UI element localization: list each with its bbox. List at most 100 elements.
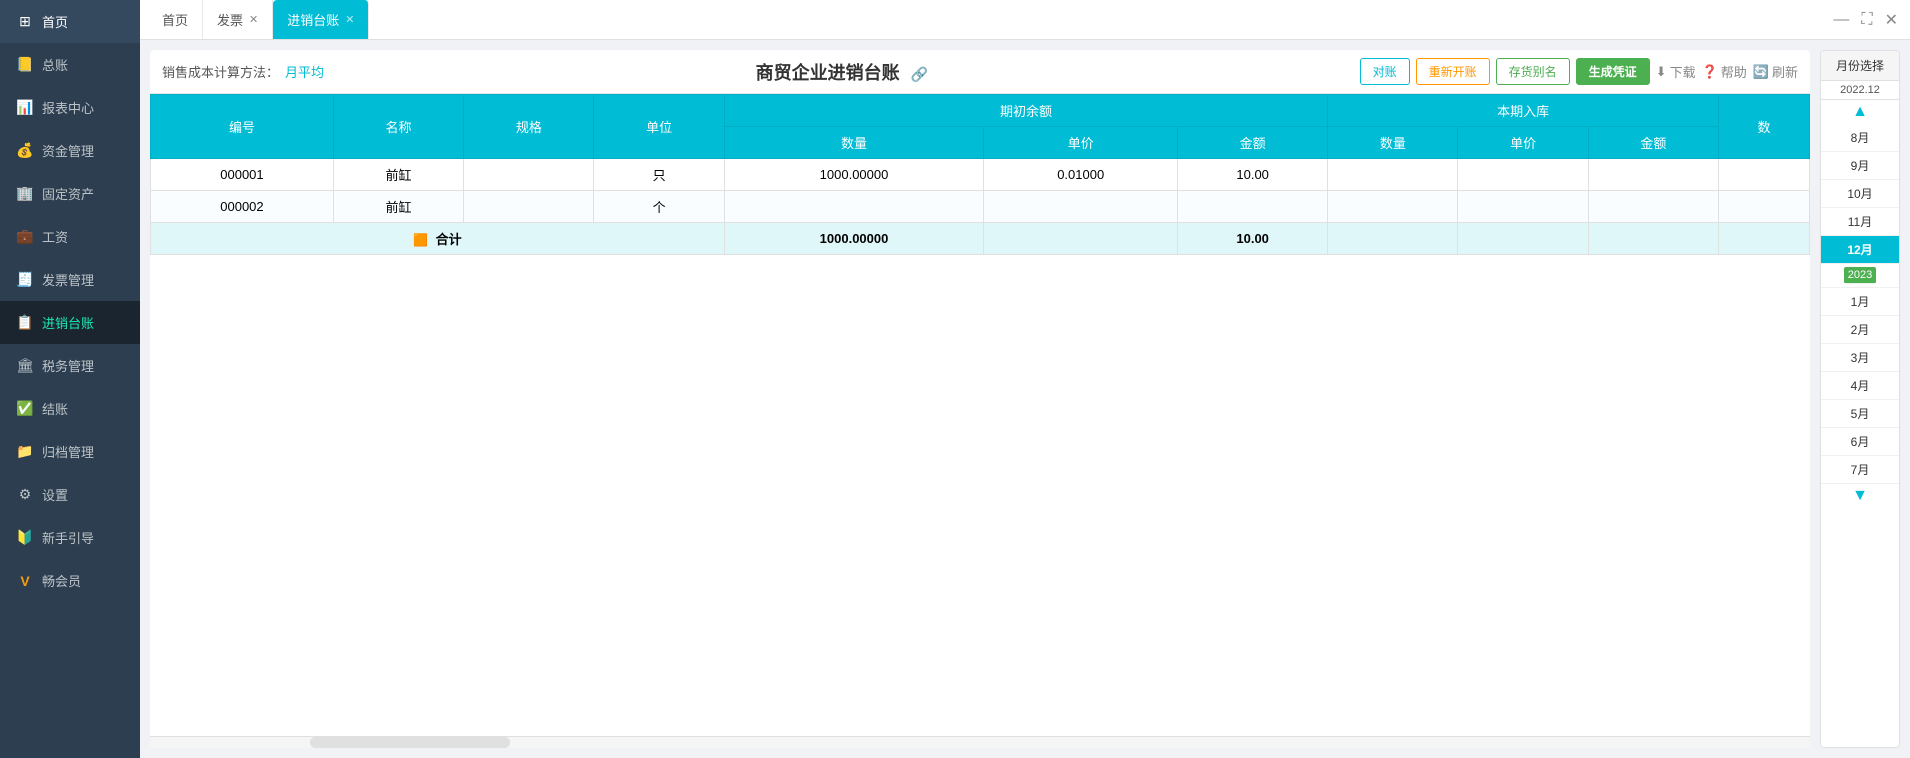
horizontal-scrollbar[interactable]: [150, 736, 1810, 748]
cell-amount-init: [1178, 191, 1328, 223]
tab-bar: 首页 发票 ✕ 进销台账 ✕ — ⛶ ✕: [140, 0, 1910, 40]
month-1[interactable]: 1月: [1821, 288, 1899, 316]
tab-home[interactable]: 首页: [148, 0, 203, 39]
sidebar-item-label: 税务管理: [42, 356, 94, 375]
toolbar: 销售成本计算方法： 月平均 商贸企业进销台账 🔗 对账 重新开账 存货别名 生成…: [150, 50, 1810, 94]
generate-button[interactable]: 生成凭证: [1576, 58, 1650, 85]
sidebar-item-guide[interactable]: 🔰 新手引导: [0, 516, 140, 559]
tab-invoice[interactable]: 发票 ✕: [203, 0, 273, 39]
close-button[interactable]: ✕: [1881, 8, 1902, 32]
sidebar-item-assets[interactable]: 🏢 固定资产: [0, 172, 140, 215]
cell-amount-in: [1588, 191, 1718, 223]
tax-icon: 🏛: [16, 357, 34, 374]
maximize-button[interactable]: ⛶: [1857, 8, 1876, 32]
total-row: 🟧 合计 1000.00000 10.00: [151, 223, 1810, 255]
sidebar-item-archive[interactable]: 📁 归档管理: [0, 430, 140, 473]
help-icon: ❓: [1702, 64, 1718, 80]
col-code: 编号: [151, 95, 334, 159]
cell-amount-in: [1588, 159, 1718, 191]
col-unit: 单位: [594, 95, 724, 159]
col-price-init: 单价: [984, 127, 1178, 159]
minimize-button[interactable]: —: [1829, 8, 1853, 32]
tab-purchase-close[interactable]: ✕: [345, 13, 354, 26]
year-2022-label: 2022.12: [1821, 81, 1899, 100]
cell-price-in: [1458, 191, 1588, 223]
sidebar-item-ledger[interactable]: 📒 总账: [0, 43, 140, 86]
refresh-button[interactable]: 🔄 刷新: [1753, 62, 1798, 81]
cell-spec: [464, 191, 594, 223]
month-10[interactable]: 10月: [1821, 180, 1899, 208]
page-title-link-icon[interactable]: 🔗: [911, 66, 928, 82]
toolbar-buttons: 对账 重新开账 存货别名 生成凭证 ⬇ 下载 ❓ 帮助 🔄 刷新: [1360, 58, 1798, 85]
col-extra: 数: [1719, 95, 1810, 159]
month-6[interactable]: 6月: [1821, 428, 1899, 456]
cell-code: 000002: [151, 191, 334, 223]
cell-price-in: [1458, 159, 1588, 191]
total-amount-in: [1588, 223, 1718, 255]
month-5[interactable]: 5月: [1821, 400, 1899, 428]
reopen-button[interactable]: 重新开账: [1416, 58, 1490, 85]
refresh-icon: 🔄: [1753, 64, 1769, 80]
sidebar-item-invoice-mgr[interactable]: 🧾 发票管理: [0, 258, 140, 301]
page-title-area: 商贸企业进销台账 🔗: [332, 59, 1352, 85]
year-2023-row: 2023: [1821, 264, 1899, 288]
settings-icon: ⚙: [16, 486, 34, 503]
table-row: 000002 前缸 个: [151, 191, 1810, 223]
cost-method: 销售成本计算方法： 月平均: [162, 62, 324, 81]
download-icon: ⬇: [1656, 64, 1667, 80]
invoice-mgr-icon: 🧾: [16, 271, 34, 288]
col-spec: 规格: [464, 95, 594, 159]
sidebar-item-settle[interactable]: ✅ 结账: [0, 387, 140, 430]
member-icon: V: [16, 573, 34, 589]
total-extra: [1719, 223, 1810, 255]
month-4[interactable]: 4月: [1821, 372, 1899, 400]
sidebar-item-label: 进销台账: [42, 313, 94, 332]
assets-icon: 🏢: [16, 185, 34, 202]
match-button[interactable]: 对账: [1360, 58, 1410, 85]
col-group-init: 期初余额: [724, 95, 1327, 127]
scroll-track: [310, 737, 510, 748]
sidebar-item-label: 资金管理: [42, 141, 94, 160]
sidebar-item-label: 发票管理: [42, 270, 94, 289]
sidebar-item-settings[interactable]: ⚙ 设置: [0, 473, 140, 516]
tab-purchase[interactable]: 进销台账 ✕: [273, 0, 369, 39]
month-3[interactable]: 3月: [1821, 344, 1899, 372]
sidebar-item-tax[interactable]: 🏛 税务管理: [0, 344, 140, 387]
total-amount-init: 10.00: [1178, 223, 1328, 255]
sidebar-item-label: 畅会员: [42, 571, 81, 590]
save-alias-button[interactable]: 存货别名: [1496, 58, 1570, 85]
cell-unit: 只: [594, 159, 724, 191]
total-icon: 🟧: [413, 233, 428, 247]
funds-icon: 💰: [16, 142, 34, 159]
col-price-in: 单价: [1458, 127, 1588, 159]
cell-qty-init: 1000.00000: [724, 159, 984, 191]
total-qty-init: 1000.00000: [724, 223, 984, 255]
month-8[interactable]: 8月: [1821, 124, 1899, 152]
month-12[interactable]: 12月: [1821, 236, 1899, 264]
sidebar-item-payroll[interactable]: 💼 工资: [0, 215, 140, 258]
month-7[interactable]: 7月: [1821, 456, 1899, 484]
sidebar-item-home[interactable]: ⊞ 首页: [0, 0, 140, 43]
sidebar-item-member[interactable]: V 畅会员: [0, 559, 140, 602]
month-nav-down[interactable]: ▼: [1821, 484, 1899, 508]
tab-invoice-close[interactable]: ✕: [249, 13, 258, 26]
help-button[interactable]: ❓ 帮助: [1702, 62, 1747, 81]
month-nav-up[interactable]: ▲: [1821, 100, 1899, 124]
cell-qty-in: [1328, 159, 1458, 191]
sidebar-item-reports[interactable]: 📊 报表中心: [0, 86, 140, 129]
download-button[interactable]: ⬇ 下载: [1656, 62, 1696, 81]
total-label: 🟧 合计: [151, 223, 725, 255]
cell-spec: [464, 159, 594, 191]
main-area: 首页 发票 ✕ 进销台账 ✕ — ⛶ ✕ 销售成本计算方法： 月平均: [140, 0, 1910, 758]
col-group-in: 本期入库: [1328, 95, 1719, 127]
sidebar-item-purchase-sale[interactable]: 📋 进销台账: [0, 301, 140, 344]
sidebar-item-funds[interactable]: 💰 资金管理: [0, 129, 140, 172]
month-9[interactable]: 9月: [1821, 152, 1899, 180]
sidebar-item-label: 归档管理: [42, 442, 94, 461]
cell-qty-init: [724, 191, 984, 223]
month-11[interactable]: 11月: [1821, 208, 1899, 236]
cell-name: 前缸: [333, 191, 463, 223]
col-name: 名称: [333, 95, 463, 159]
month-2[interactable]: 2月: [1821, 316, 1899, 344]
table-row: 000001 前缸 只 1000.00000 0.01000 10.00: [151, 159, 1810, 191]
